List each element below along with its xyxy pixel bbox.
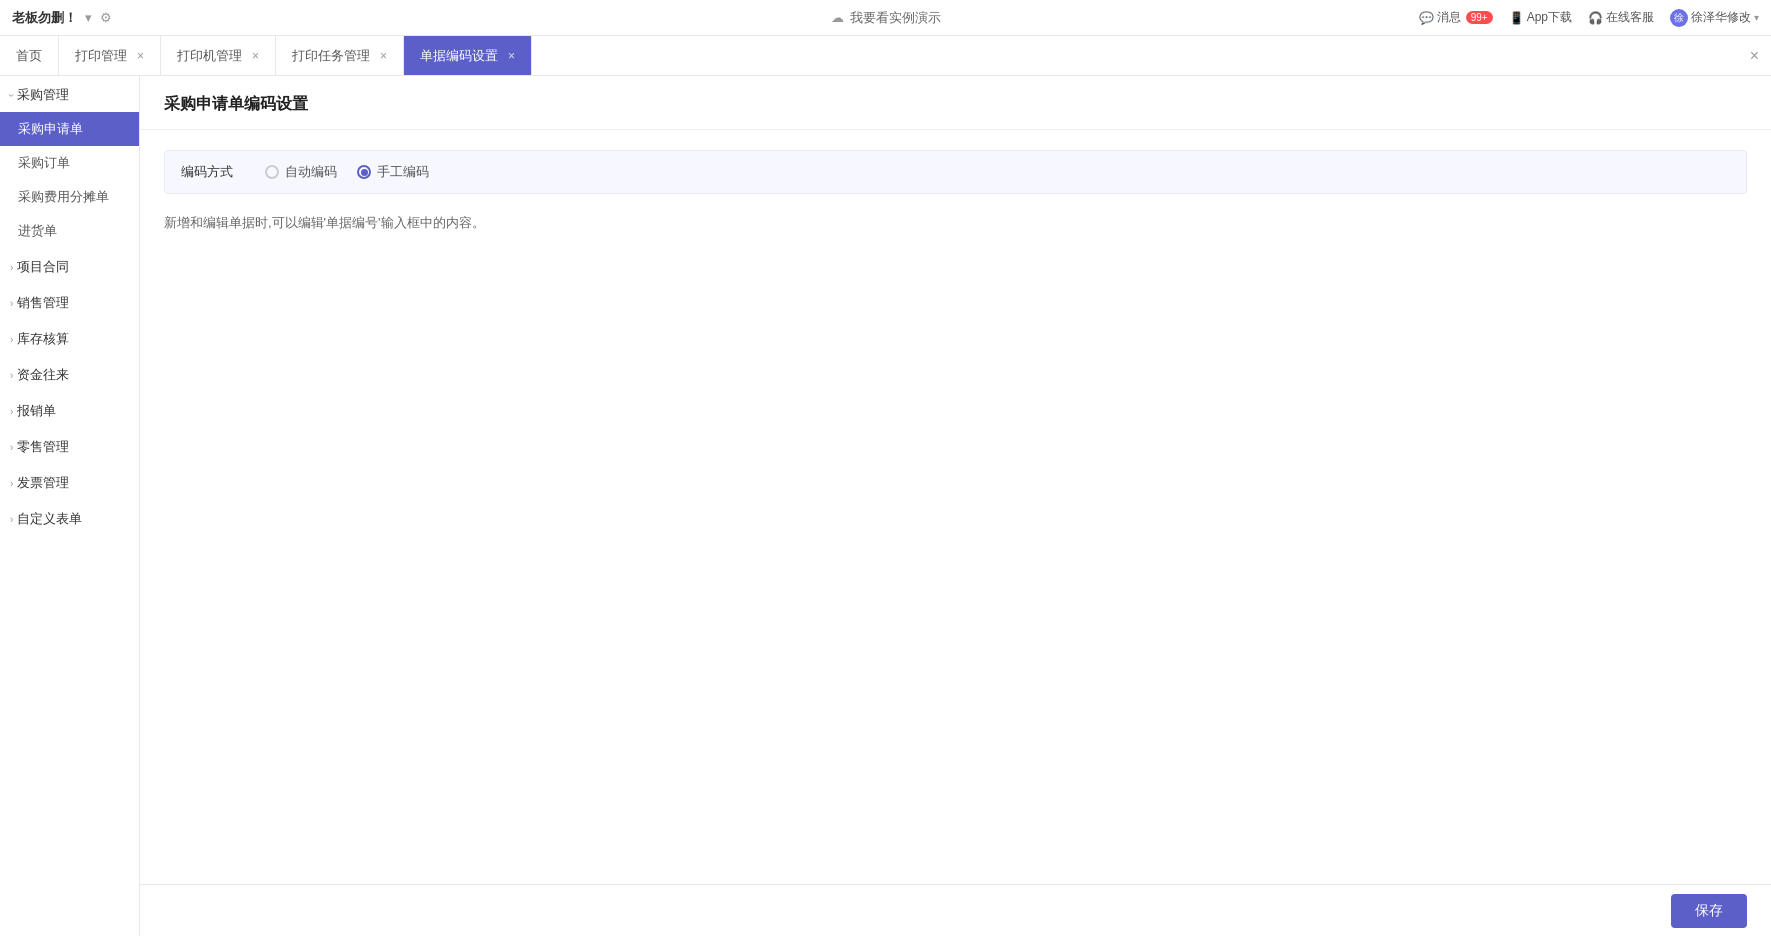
sidebar-group-returns-label: 报销单 [17,402,56,420]
coding-label: 编码方式 [181,163,241,181]
cloud-icon: ☁ [831,10,844,25]
sidebar-group-funds-label: 资金往来 [17,366,69,384]
headphone-icon: 🎧 [1588,11,1603,25]
sidebar-group-project-contract[interactable]: › 项目合同 [0,248,139,284]
sidebar-group-purchase-label: 采购管理 [17,86,69,104]
sales-arrow: › [10,298,13,309]
sidebar-item-purchase-expense-label: 采购费用分摊单 [18,189,109,204]
tab-print-task-mgmt-close[interactable]: × [380,50,387,62]
sidebar-group-custom-forms-label: 自定义表单 [17,510,82,528]
invoice-arrow: › [10,478,13,489]
tab-barcode-settings[interactable]: 单据编码设置 × [404,36,532,75]
radio-auto-label: 自动编码 [285,163,337,181]
sidebar-group-project-contract-label: 项目合同 [17,258,69,276]
dropdown-icon[interactable]: ▾ [85,10,92,25]
sidebar-item-stock-in-label: 进货单 [18,223,57,238]
top-bar-left: 老板勿删！ ▾ ⚙ [12,9,112,27]
app-download-button[interactable]: 📱 App下载 [1509,9,1572,26]
sidebar-item-purchase-order-label: 采购订单 [18,155,70,170]
online-service-label: 在线客服 [1606,9,1654,26]
sidebar-item-purchase-order[interactable]: 采购订单 [0,146,139,180]
tab-print-mgmt[interactable]: 打印管理 × [59,36,161,75]
radio-auto-coding[interactable]: 自动编码 [265,163,337,181]
save-button[interactable]: 保存 [1671,894,1747,928]
radio-auto-circle [265,165,279,179]
sidebar-group-purchase-items: 采购申请单 采购订单 采购费用分摊单 进货单 [0,112,139,248]
app-download-label: App下载 [1527,9,1572,26]
page-body: 编码方式 自动编码 手工编码 新增和编辑单据时,可以编辑'单据编号'输入框中的内… [140,130,1771,884]
sidebar-item-purchase-expense[interactable]: 采购费用分摊单 [0,180,139,214]
app-icon: 📱 [1509,11,1524,25]
radio-group: 自动编码 手工编码 [265,163,429,181]
tab-print-mgmt-close[interactable]: × [137,50,144,62]
top-bar-right: 💬 消息 99+ 📱 App下载 🎧 在线客服 徐 徐泽华修改 ▾ [1419,9,1759,27]
message-button[interactable]: 💬 消息 99+ [1419,9,1493,26]
radio-manual-label: 手工编码 [377,163,429,181]
hint-text: 新增和编辑单据时,可以编辑'单据编号'输入框中的内容。 [164,214,1747,232]
logo-text: 老板勿删！ [12,9,77,27]
sidebar-item-purchase-request-label: 采购申请单 [18,121,83,136]
main-layout: › 采购管理 采购申请单 采购订单 采购费用分摊单 进货单 › 项目合同 › 销 [0,76,1771,936]
tab-print-mgmt-label: 打印管理 [75,47,127,65]
content-area: 采购申请单编码设置 编码方式 自动编码 手工编码 [140,76,1771,936]
sidebar-group-retail[interactable]: › 零售管理 [0,428,139,464]
tab-print-task-mgmt-label: 打印任务管理 [292,47,370,65]
sidebar-group-custom-forms[interactable]: › 自定义表单 [0,500,139,536]
sidebar-group-invoice-label: 发票管理 [17,474,69,492]
tab-print-task-mgmt[interactable]: 打印任务管理 × [276,36,404,75]
demo-link[interactable]: 我要看实例演示 [850,9,941,27]
tab-bar: 首页 打印管理 × 打印机管理 × 打印任务管理 × 单据编码设置 × × [0,36,1771,76]
sidebar-group-inventory-label: 库存核算 [17,330,69,348]
tab-home[interactable]: 首页 [0,36,59,75]
returns-arrow: › [10,406,13,417]
funds-arrow: › [10,370,13,381]
sidebar-group-funds[interactable]: › 资金往来 [0,356,139,392]
settings-icon[interactable]: ⚙ [100,10,112,25]
online-service-button[interactable]: 🎧 在线客服 [1588,9,1654,26]
purchase-group-arrow: › [6,93,17,96]
page-title: 采购申请单编码设置 [164,94,1747,115]
custom-forms-arrow: › [10,514,13,525]
radio-manual-circle [357,165,371,179]
tab-printer-mgmt-label: 打印机管理 [177,47,242,65]
message-icon: 💬 [1419,11,1434,25]
sidebar-group-sales[interactable]: › 销售管理 [0,284,139,320]
close-all-tabs[interactable]: × [1738,36,1771,75]
sidebar-group-invoice[interactable]: › 发票管理 [0,464,139,500]
user-name: 徐泽华修改 [1691,9,1751,26]
tab-printer-mgmt[interactable]: 打印机管理 × [161,36,276,75]
page-footer: 保存 [140,884,1771,936]
project-contract-arrow: › [10,262,13,273]
user-menu[interactable]: 徐 徐泽华修改 ▾ [1670,9,1759,27]
tab-printer-mgmt-close[interactable]: × [252,50,259,62]
inventory-arrow: › [10,334,13,345]
tab-barcode-settings-label: 单据编码设置 [420,47,498,65]
avatar: 徐 [1670,9,1688,27]
sidebar-group-inventory[interactable]: › 库存核算 [0,320,139,356]
sidebar: › 采购管理 采购申请单 采购订单 采购费用分摊单 进货单 › 项目合同 › 销 [0,76,140,936]
sidebar-group-retail-label: 零售管理 [17,438,69,456]
tab-home-label: 首页 [16,47,42,65]
sidebar-item-purchase-request[interactable]: 采购申请单 [0,112,139,146]
retail-arrow: › [10,442,13,453]
message-badge: 99+ [1466,11,1493,24]
sidebar-group-purchase[interactable]: › 采购管理 [0,76,139,112]
top-bar: 老板勿删！ ▾ ⚙ ☁ 我要看实例演示 💬 消息 99+ 📱 App下载 🎧 在… [0,0,1771,36]
radio-manual-coding[interactable]: 手工编码 [357,163,429,181]
tab-barcode-settings-close[interactable]: × [508,50,515,62]
page-header: 采购申请单编码设置 [140,76,1771,130]
coding-row: 编码方式 自动编码 手工编码 [164,150,1747,194]
top-bar-center[interactable]: ☁ 我要看实例演示 [831,9,941,27]
sidebar-item-stock-in[interactable]: 进货单 [0,214,139,248]
sidebar-group-sales-label: 销售管理 [17,294,69,312]
user-dropdown-icon: ▾ [1754,12,1759,23]
sidebar-group-returns[interactable]: › 报销单 [0,392,139,428]
message-label: 消息 [1437,9,1461,26]
